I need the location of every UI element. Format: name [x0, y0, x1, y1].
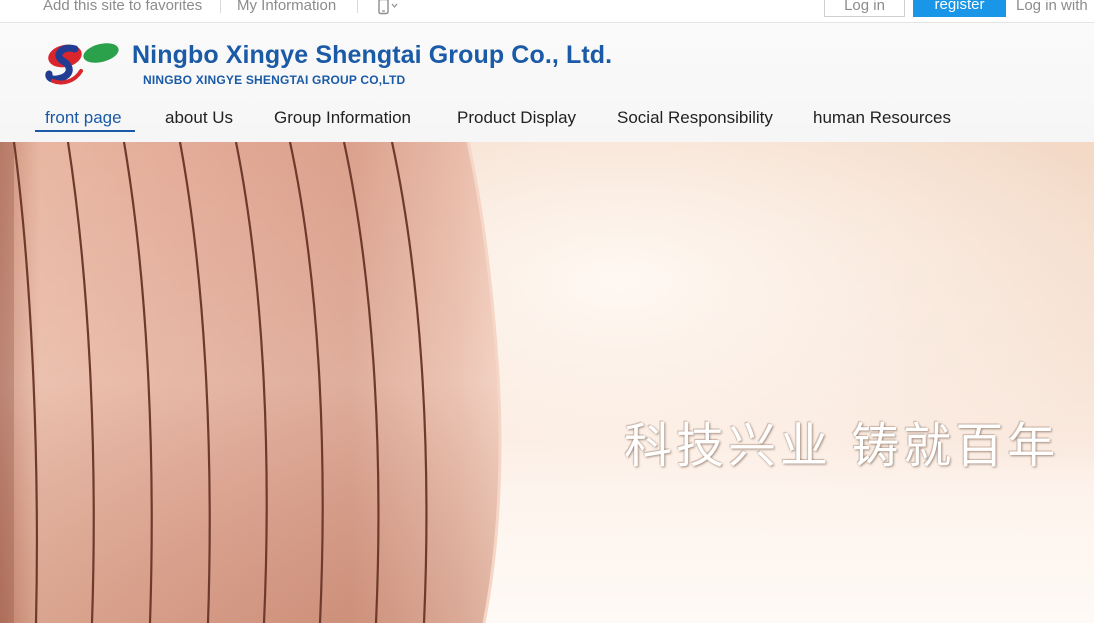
add-to-favorites-link[interactable]: Add this site to favorites — [43, 0, 202, 14]
login-button[interactable]: Log in — [824, 0, 905, 17]
company-logo-icon[interactable] — [45, 41, 121, 87]
divider — [357, 0, 358, 13]
active-nav-indicator — [35, 130, 135, 132]
nav-about-us[interactable]: about Us — [165, 108, 233, 128]
mobile-phone-icon[interactable] — [376, 0, 406, 16]
site-header: Ningbo Xingye Shengtai Group Co., Ltd. N… — [0, 24, 1094, 142]
hero-banner[interactable]: 科技兴业 铸就百年 — [0, 142, 1094, 623]
divider — [220, 0, 221, 13]
hero-slogan: 科技兴业 铸就百年 — [624, 418, 1060, 474]
login-with-link[interactable]: Log in with — [1016, 0, 1088, 14]
register-button[interactable]: register — [913, 0, 1006, 17]
copper-coil-image — [0, 142, 502, 623]
company-subtitle: NINGBO XINGYE SHENGTAI GROUP CO,LTD — [143, 73, 406, 87]
nav-human-resources[interactable]: human Resources — [813, 108, 951, 128]
nav-product-display[interactable]: Product Display — [457, 108, 576, 128]
nav-social-responsibility[interactable]: Social Responsibility — [617, 108, 773, 128]
nav-front-page[interactable]: front page — [45, 108, 122, 128]
nav-group-information[interactable]: Group Information — [274, 108, 411, 128]
company-name: Ningbo Xingye Shengtai Group Co., Ltd. — [132, 41, 613, 69]
top-utility-bar: Add this site to favorites My Informatio… — [0, 0, 1094, 23]
my-information-link[interactable]: My Information — [237, 0, 336, 14]
